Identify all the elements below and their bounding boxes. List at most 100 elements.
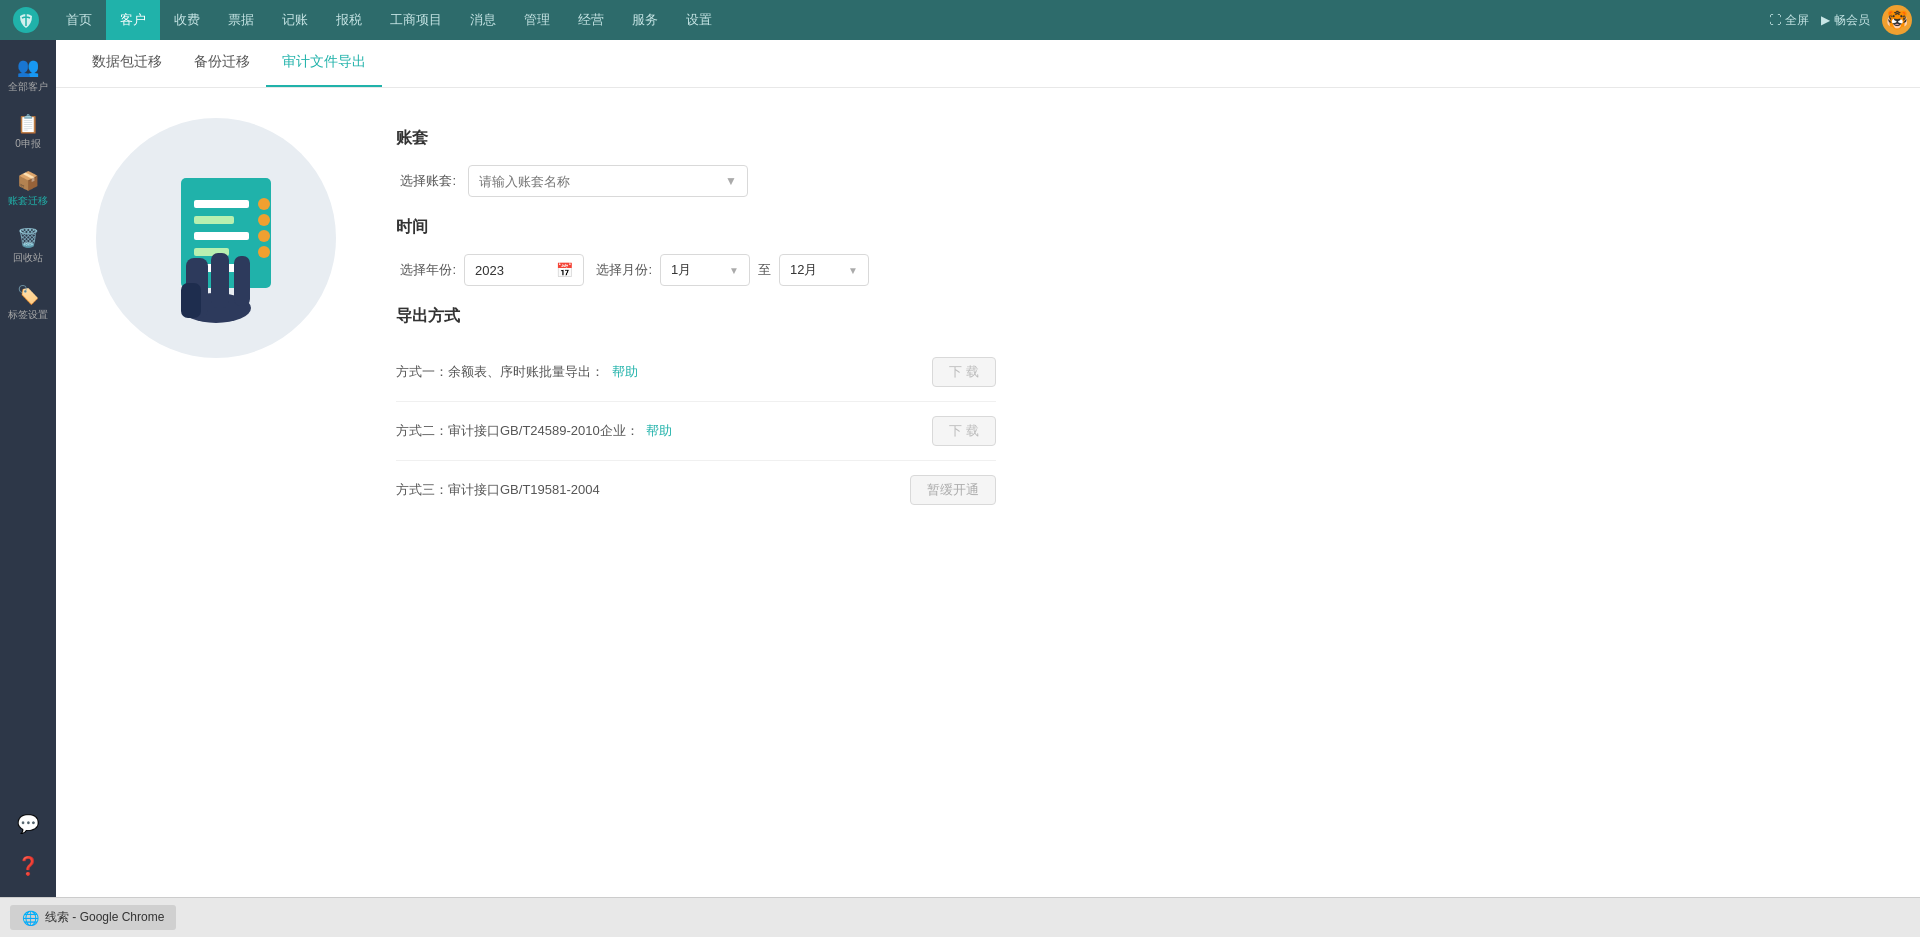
sidebar-label-tag-settings: 标签设置 bbox=[8, 309, 48, 321]
time-form-row: 选择年份: 2023 📅 选择月份: 1月 ▼ 至 12月 bbox=[396, 254, 996, 286]
export-method-row-3: 方式三：审计接口GB/T19581-2004 暂缓开通 bbox=[396, 461, 996, 519]
sidebar-item-zero-declare[interactable]: 📋 0申报 bbox=[2, 105, 54, 158]
start-month-value: 1月 bbox=[671, 261, 691, 279]
export-section-title: 导出方式 bbox=[396, 306, 996, 327]
sidebar-label-zero-declare: 0申报 bbox=[15, 138, 41, 150]
method-1-download-button[interactable]: 下 载 bbox=[932, 357, 996, 387]
sidebar-label-all-customers: 全部客户 bbox=[8, 81, 48, 93]
sidebar-item-chat[interactable]: 💬 bbox=[2, 805, 54, 843]
sidebar-item-all-customers[interactable]: 👥 全部客户 bbox=[2, 48, 54, 101]
method-1-label: 方式一：余额表、序时账批量导出： 帮助 bbox=[396, 363, 638, 381]
svg-rect-15 bbox=[181, 283, 201, 318]
svg-point-10 bbox=[258, 246, 270, 258]
illustration-circle bbox=[96, 118, 336, 358]
month-label: 选择月份: bbox=[592, 261, 652, 279]
nav-tax[interactable]: 报税 bbox=[322, 0, 376, 40]
illustration-svg bbox=[126, 138, 306, 338]
nav-manage[interactable]: 管理 bbox=[510, 0, 564, 40]
illustration-area bbox=[96, 118, 336, 358]
method-2-download-button[interactable]: 下 载 bbox=[932, 416, 996, 446]
nav-accounting[interactable]: 记账 bbox=[268, 0, 322, 40]
year-value: 2023 bbox=[475, 263, 548, 278]
account-form-row: 选择账套: ▼ bbox=[396, 165, 996, 197]
nav-invoice[interactable]: 票据 bbox=[214, 0, 268, 40]
year-label: 选择年份: bbox=[396, 261, 456, 279]
logo[interactable] bbox=[8, 2, 44, 38]
export-method-row-2: 方式二：审计接口GB/T24589-2010企业： 帮助 下 载 bbox=[396, 402, 996, 461]
nav-fee[interactable]: 收费 bbox=[160, 0, 214, 40]
nav-service[interactable]: 服务 bbox=[618, 0, 672, 40]
account-select-input[interactable]: ▼ bbox=[468, 165, 748, 197]
end-month-chevron: ▼ bbox=[848, 265, 858, 276]
end-month-value: 12月 bbox=[790, 261, 817, 279]
nav-items: 首页 客户 收费 票据 记账 报税 工商项目 消息 管理 经营 服务 设置 bbox=[52, 0, 1769, 40]
nav-right: ⛶ 全屏 ▶ 畅会员 🐯 bbox=[1769, 5, 1912, 35]
left-sidebar: 👥 全部客户 📋 0申报 📦 账套迁移 🗑️ 回收站 🏷️ 标签设置 💬 ❓ bbox=[0, 40, 56, 897]
svg-rect-14 bbox=[234, 256, 250, 306]
nav-business[interactable]: 工商项目 bbox=[376, 0, 456, 40]
recycle-icon: 🗑️ bbox=[17, 227, 39, 249]
fullscreen-icon: ⛶ bbox=[1769, 13, 1781, 27]
calendar-icon: 📅 bbox=[556, 262, 573, 278]
nav-customer[interactable]: 客户 bbox=[106, 0, 160, 40]
start-month-select[interactable]: 1月 ▼ bbox=[660, 254, 750, 286]
method-2-label: 方式二：审计接口GB/T24589-2010企业： 帮助 bbox=[396, 422, 672, 440]
chat-icon: 💬 bbox=[17, 813, 39, 835]
separator: 至 bbox=[758, 261, 771, 279]
svg-point-7 bbox=[258, 198, 270, 210]
svg-rect-13 bbox=[211, 253, 229, 308]
main-layout: 👥 全部客户 📋 0申报 📦 账套迁移 🗑️ 回收站 🏷️ 标签设置 💬 ❓ bbox=[0, 40, 1920, 897]
tag-icon: 🏷️ bbox=[17, 284, 39, 306]
tab-backup-migrate[interactable]: 备份迁移 bbox=[178, 40, 266, 87]
tab-data-migrate[interactable]: 数据包迁移 bbox=[76, 40, 178, 87]
tabs-bar: 数据包迁移 备份迁移 审计文件导出 bbox=[56, 40, 1920, 88]
nav-message[interactable]: 消息 bbox=[456, 0, 510, 40]
svg-point-9 bbox=[258, 230, 270, 242]
avatar[interactable]: 🐯 bbox=[1882, 5, 1912, 35]
account-section-title: 账套 bbox=[396, 128, 996, 149]
chevron-down-icon: ▼ bbox=[725, 174, 737, 188]
sidebar-label-recycle: 回收站 bbox=[13, 252, 43, 264]
svg-rect-3 bbox=[194, 216, 234, 224]
sidebar-label-migrate: 账套迁移 bbox=[8, 195, 48, 207]
nav-settings[interactable]: 设置 bbox=[672, 0, 726, 40]
sidebar-item-recycle[interactable]: 🗑️ 回收站 bbox=[2, 219, 54, 272]
member-button[interactable]: ▶ 畅会员 bbox=[1821, 12, 1870, 29]
fullscreen-label: 全屏 bbox=[1785, 12, 1809, 29]
fullscreen-button[interactable]: ⛶ 全屏 bbox=[1769, 12, 1809, 29]
member-label: 畅会员 bbox=[1834, 12, 1870, 29]
content-area: 数据包迁移 备份迁移 审计文件导出 bbox=[56, 40, 1920, 897]
nav-home[interactable]: 首页 bbox=[52, 0, 106, 40]
start-month-chevron: ▼ bbox=[729, 265, 739, 276]
member-icon: ▶ bbox=[1821, 13, 1830, 27]
svg-rect-4 bbox=[194, 232, 249, 240]
method-1-help-link[interactable]: 帮助 bbox=[612, 364, 638, 379]
sidebar-item-help[interactable]: ❓ bbox=[2, 847, 54, 885]
taskbar: 🌐 线索 - Google Chrome bbox=[0, 897, 1920, 937]
export-container: 账套 选择账套: ▼ 时间 选择年份: 2023 bbox=[96, 118, 996, 519]
method-3-label: 方式三：审计接口GB/T19581-2004 bbox=[396, 481, 600, 499]
year-input[interactable]: 2023 📅 bbox=[464, 254, 584, 286]
help-icon: ❓ bbox=[17, 855, 39, 877]
nav-operation[interactable]: 经营 bbox=[564, 0, 618, 40]
method-2-help-link[interactable]: 帮助 bbox=[646, 423, 672, 438]
account-name-input[interactable] bbox=[479, 174, 725, 189]
svg-point-8 bbox=[258, 214, 270, 226]
tab-audit-export[interactable]: 审计文件导出 bbox=[266, 40, 382, 87]
svg-rect-2 bbox=[194, 200, 249, 208]
chrome-icon: 🌐 bbox=[22, 910, 39, 926]
sidebar-bottom: 💬 ❓ bbox=[2, 805, 54, 897]
taskbar-item-label: 线索 - Google Chrome bbox=[45, 909, 164, 926]
export-method-row-1: 方式一：余额表、序时账批量导出： 帮助 下 载 bbox=[396, 343, 996, 402]
migrate-icon: 📦 bbox=[17, 170, 39, 192]
declare-icon: 📋 bbox=[17, 113, 39, 135]
time-section-title: 时间 bbox=[396, 217, 996, 238]
sidebar-item-migrate[interactable]: 📦 账套迁移 bbox=[2, 162, 54, 215]
account-select-label: 选择账套: bbox=[396, 172, 456, 190]
form-area: 账套 选择账套: ▼ 时间 选择年份: 2023 bbox=[396, 118, 996, 519]
page-content: 账套 选择账套: ▼ 时间 选择年份: 2023 bbox=[56, 88, 1920, 897]
taskbar-chrome-item[interactable]: 🌐 线索 - Google Chrome bbox=[10, 905, 176, 930]
end-month-select[interactable]: 12月 ▼ bbox=[779, 254, 869, 286]
sidebar-item-tag-settings[interactable]: 🏷️ 标签设置 bbox=[2, 276, 54, 329]
top-nav: 首页 客户 收费 票据 记账 报税 工商项目 消息 管理 经营 服务 设置 ⛶ … bbox=[0, 0, 1920, 40]
